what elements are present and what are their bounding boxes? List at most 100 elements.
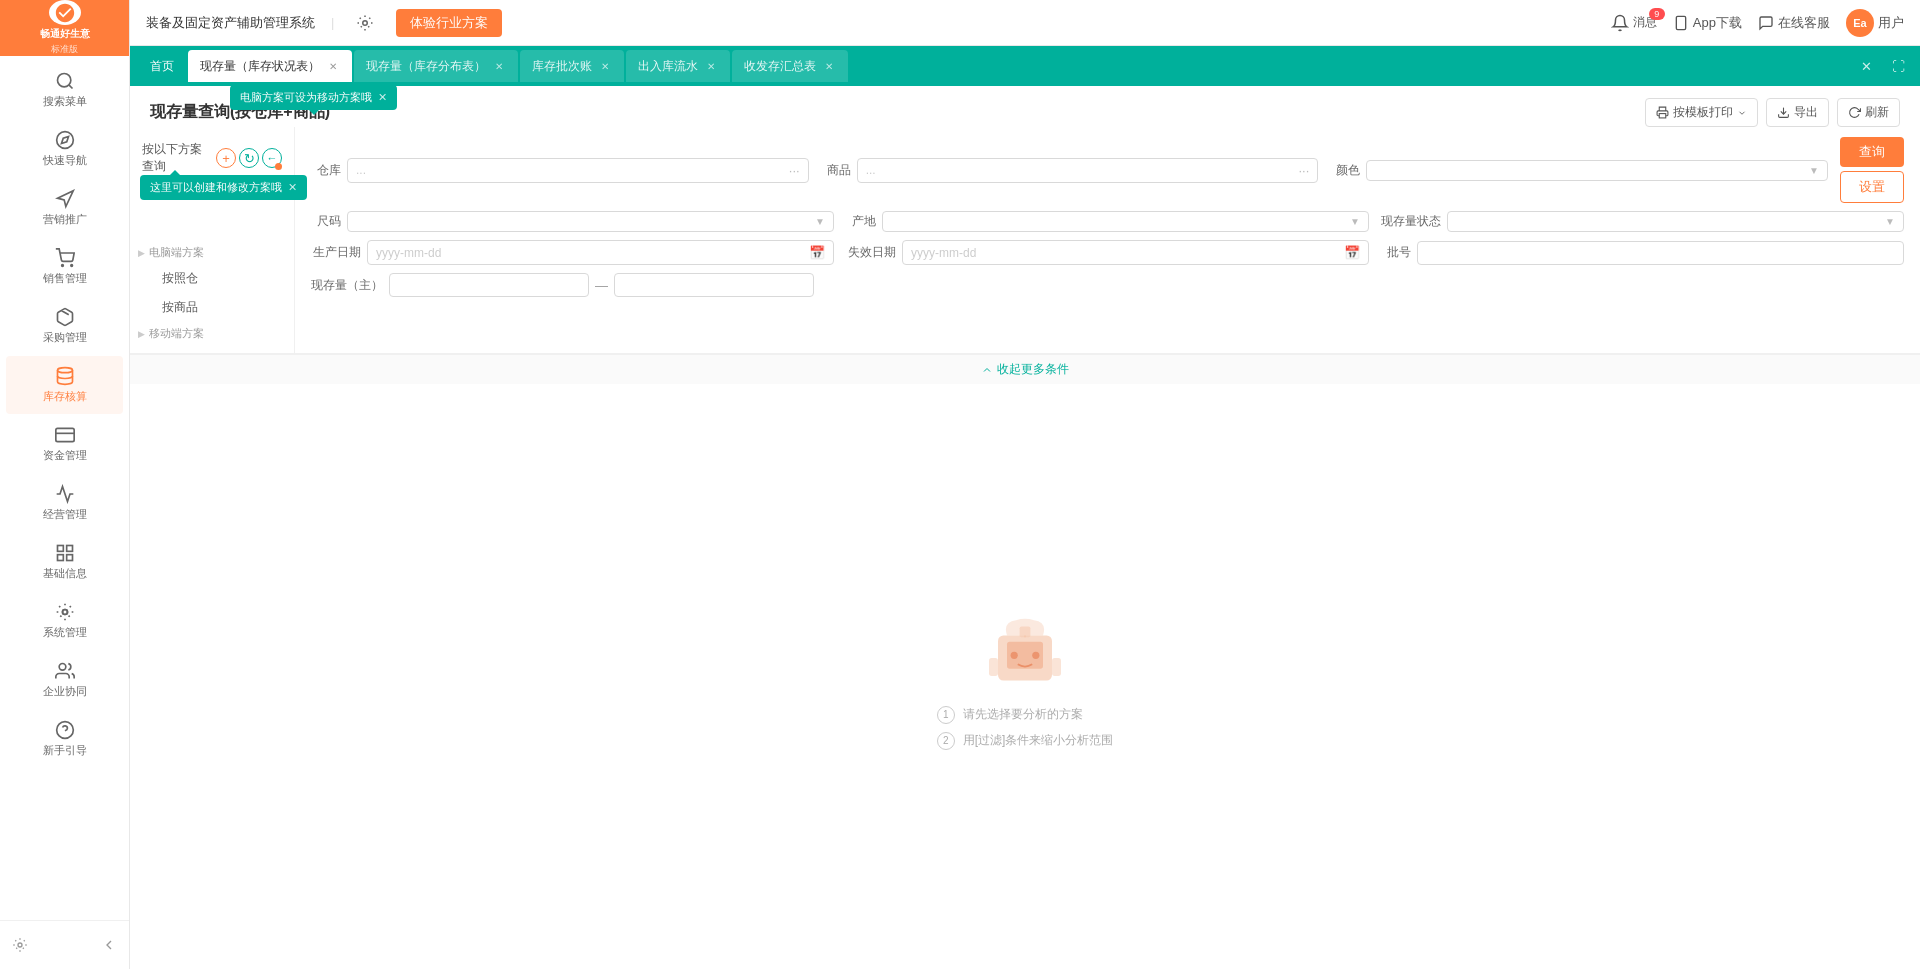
tab-batch-ledger[interactable]: 库存批次账 ✕ (520, 50, 624, 82)
tooltip1-close[interactable]: ✕ (378, 91, 387, 104)
color-arrow-icon: ▼ (1809, 165, 1819, 176)
print-icon (1656, 106, 1669, 119)
batch-no-text-input[interactable] (1426, 246, 1895, 260)
svg-point-25 (1011, 651, 1018, 658)
sidebar-logo: 畅通好生意 标准版 (0, 0, 129, 56)
tab-collect-summary[interactable]: 收发存汇总表 ✕ (732, 50, 848, 82)
refresh-btn[interactable]: 刷新 (1837, 98, 1900, 127)
goods-label: 商品 (821, 162, 851, 179)
tab-inventory-status-close[interactable]: ✕ (326, 59, 340, 73)
size-select[interactable]: ▼ (347, 211, 834, 232)
tab-inventory-status[interactable]: 现存量（库存状况表） ✕ (188, 50, 352, 82)
scheme-item-warehouse[interactable]: 按照仓 (146, 264, 294, 293)
stock-qty-max[interactable] (623, 278, 805, 292)
mobile-scheme-section[interactable]: ▶ 移动端方案 (130, 322, 294, 345)
goods-dots-icon: ··· (1298, 163, 1309, 178)
stock-qty-min-input[interactable] (389, 273, 589, 297)
color-field: 颜色 ▼ (1330, 160, 1828, 181)
online-support-item[interactable]: 在线客服 (1758, 14, 1830, 32)
production-date-label: 生产日期 (311, 244, 361, 261)
empty-steps: 1 请先选择要分析的方案 2 用[过滤]条件来缩小分析范围 (937, 706, 1114, 750)
page-header: 现存量查询(按仓库+商品) 按模板打印 导出 刷新 (130, 86, 1920, 127)
header-settings-btn[interactable] (350, 8, 380, 38)
goods-input[interactable]: ... ··· (857, 158, 1319, 183)
svg-point-13 (62, 610, 67, 615)
refresh-scheme-btn[interactable]: ↻ (239, 148, 259, 168)
expiry-date-placeholder: yyyy-mm-dd (911, 246, 976, 260)
sidebar-item-search[interactable]: 搜索菜单 (6, 61, 123, 119)
color-select[interactable]: ▼ (1366, 160, 1828, 181)
collapse-arrow-icon (981, 364, 993, 376)
stock-qty-max-input[interactable] (614, 273, 814, 297)
tab-inout-flow-close[interactable]: ✕ (704, 59, 718, 73)
app-download-item[interactable]: App下载 (1673, 14, 1742, 32)
collapse-more-btn[interactable]: 收起更多条件 (130, 354, 1920, 384)
color-label: 颜色 (1330, 162, 1360, 179)
search-btn[interactable]: 查询 (1840, 137, 1904, 167)
tab-inventory-dist[interactable]: 现存量（库存分布表） ✕ (354, 50, 518, 82)
collapse-sidebar-btn[interactable] (95, 931, 123, 959)
empty-state: 1 请先选择要分析的方案 2 用[过滤]条件来缩小分析范围 (130, 384, 1920, 969)
expiry-date-input[interactable]: yyyy-mm-dd 📅 (902, 240, 1369, 265)
stock-state-field: 现存量状态 ▼ (1381, 211, 1904, 232)
tab-inventory-dist-close[interactable]: ✕ (492, 59, 506, 73)
size-label: 尺码 (311, 213, 341, 230)
add-scheme-btn[interactable]: + (216, 148, 236, 168)
tab-fullscreen-btn[interactable]: ⛶ (1884, 52, 1912, 80)
sidebar-item-enterprise[interactable]: 企业协同 (6, 651, 123, 709)
tooltip2-close[interactable]: ✕ (288, 181, 297, 194)
tab-inout-flow[interactable]: 出入库流水 ✕ (626, 50, 730, 82)
scheme-goods-label: 按商品 (162, 299, 198, 316)
avatar: Ea (1846, 9, 1874, 37)
sidebar-item-basics[interactable]: 基础信息 (6, 533, 123, 591)
step2-text: 用[过滤]条件来缩小分析范围 (963, 732, 1114, 749)
settings-footer-btn[interactable] (6, 931, 34, 959)
sidebar-item-purchase[interactable]: 采购管理 (6, 297, 123, 355)
sidebar-item-marketing[interactable]: 营销推广 (6, 179, 123, 237)
tab-collect-summary-close[interactable]: ✕ (822, 59, 836, 73)
tab-close-all-btn[interactable]: ✕ (1852, 52, 1880, 80)
header: 装备及固定资产辅助管理系统 | 体验行业方案 9 消息 App下载 在线客服 E… (130, 0, 1920, 46)
desktop-scheme-items: 按照仓 按商品 (130, 264, 294, 322)
filter-container: 按以下方案查询 + ↻ ← 电脑方案可设为移动方案哦 ✕ 这 (130, 127, 1920, 354)
origin-select[interactable]: ▼ (882, 211, 1369, 232)
sidebar-item-operations[interactable]: 经营管理 (6, 474, 123, 532)
export-btn[interactable]: 导出 (1766, 98, 1829, 127)
notification-badge: 9 (1649, 8, 1665, 20)
sidebar-item-quick-nav[interactable]: 快速导航 (6, 120, 123, 178)
desktop-scheme-section[interactable]: ▶ 电脑端方案 (130, 241, 294, 264)
tab-batch-ledger-close[interactable]: ✕ (598, 59, 612, 73)
sidebar: 畅通好生意 标准版 搜索菜单 快速导航 营销推广 销售管理 采购管理 (0, 0, 130, 969)
export-label: 导出 (1794, 104, 1818, 121)
production-date-input[interactable]: yyyy-mm-dd 📅 (367, 240, 834, 265)
warehouse-input[interactable]: ... ··· (347, 158, 809, 183)
svg-rect-8 (57, 546, 63, 552)
empty-step2: 2 用[过滤]条件来缩小分析范围 (937, 732, 1114, 750)
filter-row2: 尺码 ▼ 产地 ▼ 现存量状态 (311, 211, 1904, 232)
sidebar-item-guide[interactable]: 新手引导 (6, 710, 123, 768)
print-btn[interactable]: 按模板打印 (1645, 98, 1758, 127)
batch-no-input[interactable] (1417, 241, 1904, 265)
sidebar-item-finance[interactable]: 资金管理 (6, 415, 123, 473)
user-item[interactable]: Ea 用户 (1846, 9, 1904, 37)
tab-home[interactable]: 首页 (138, 50, 186, 82)
sidebar-item-system[interactable]: 系统管理 (6, 592, 123, 650)
goods-field: 商品 ... ··· (821, 158, 1319, 183)
stock-state-select[interactable]: ▼ (1447, 211, 1904, 232)
sidebar-item-sales[interactable]: 销售管理 (6, 238, 123, 296)
sidebar-item-inventory[interactable]: 库存核算 (6, 356, 123, 414)
production-date-field: 生产日期 yyyy-mm-dd 📅 (311, 240, 834, 265)
tab-inventory-status-label: 现存量（库存状况表） (200, 58, 320, 75)
batch-no-label: 批号 (1381, 244, 1411, 261)
notification-item[interactable]: 9 消息 (1611, 14, 1657, 32)
setup-btn[interactable]: 设置 (1840, 171, 1904, 203)
tab-collect-summary-label: 收发存汇总表 (744, 58, 816, 75)
highlight-dot (275, 163, 282, 170)
stock-qty-label: 现存量（主） (311, 277, 383, 294)
refresh-icon (1848, 106, 1861, 119)
svg-point-3 (61, 265, 63, 267)
industry-btn[interactable]: 体验行业方案 (396, 9, 502, 37)
page-actions: 按模板打印 导出 刷新 (1645, 98, 1900, 127)
scheme-item-goods[interactable]: 按商品 (146, 293, 294, 322)
stock-qty-min[interactable] (398, 278, 580, 292)
